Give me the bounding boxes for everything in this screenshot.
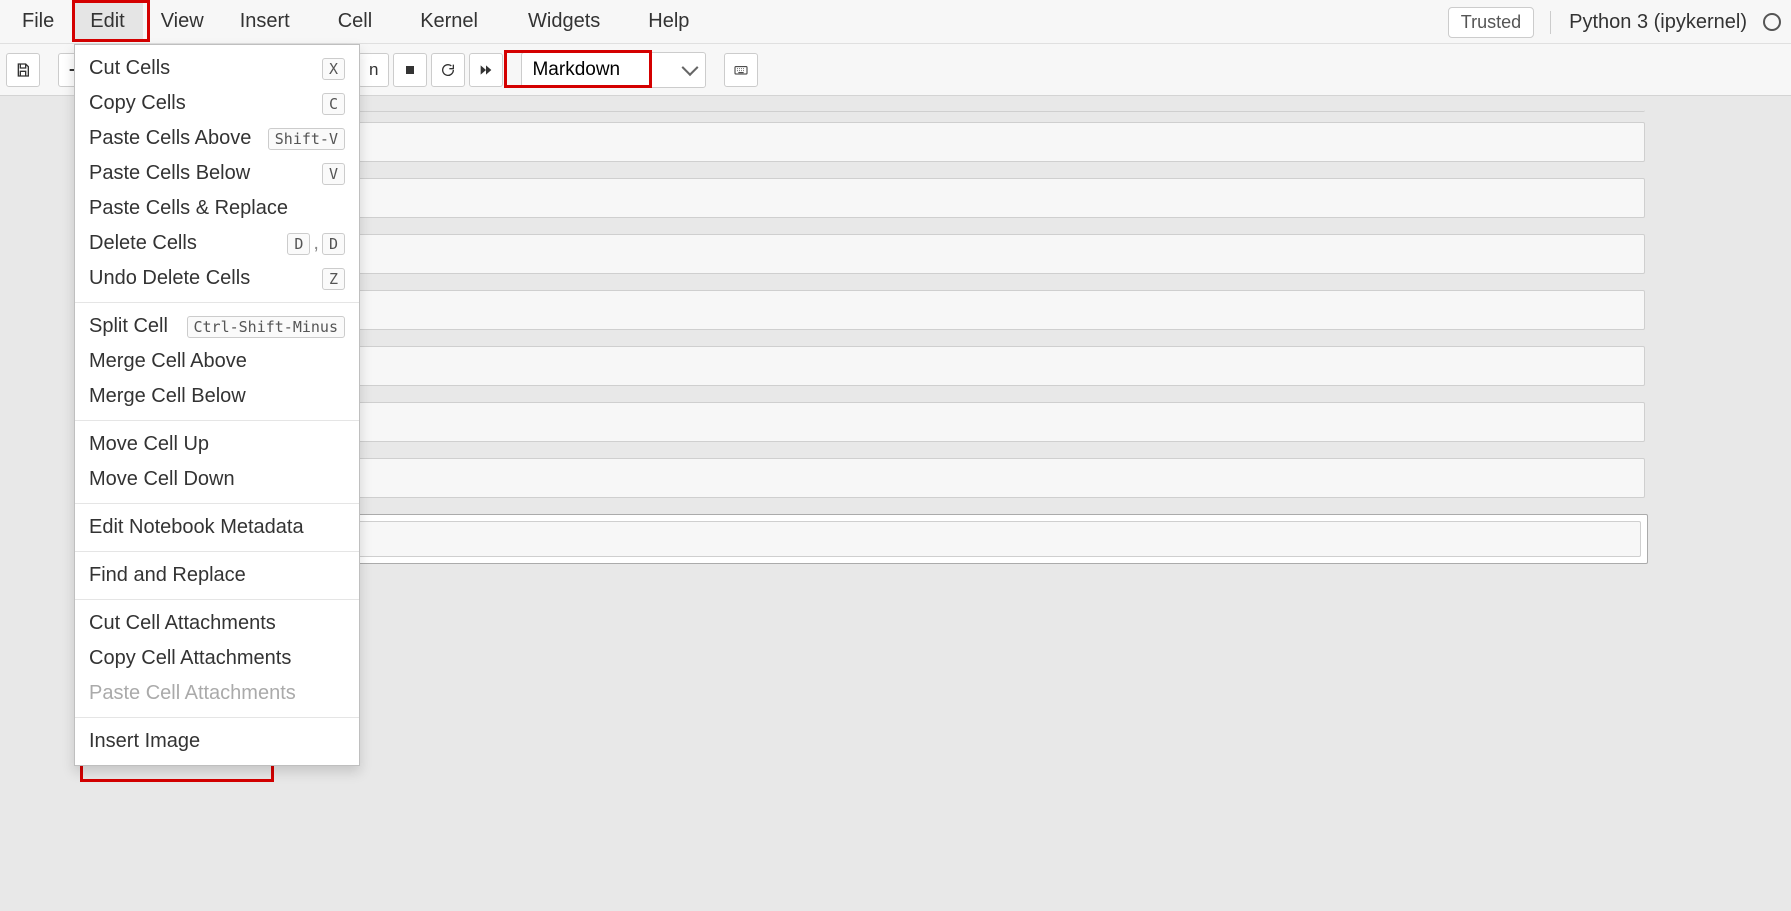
menu-cell[interactable]: Cell bbox=[320, 1, 390, 42]
edit-menu-paste-cells-replace[interactable]: Paste Cells & Replace bbox=[75, 191, 359, 226]
edit-menu-paste-cell-attachments: Paste Cell Attachments bbox=[75, 676, 359, 711]
cell-input-area[interactable] bbox=[157, 521, 1641, 557]
menu-item-label: Find and Replace bbox=[89, 564, 246, 587]
shortcut: Ctrl-Shift-Minus bbox=[187, 316, 346, 338]
menu-separator bbox=[75, 717, 359, 718]
menu-item-label: Edit Notebook Metadata bbox=[89, 516, 304, 539]
run-label-fragment: n bbox=[369, 60, 378, 80]
menu-bar: FileEditViewInsertCellKernelWidgetsHelp … bbox=[0, 0, 1791, 44]
restart-icon bbox=[440, 62, 456, 78]
command-palette-button[interactable] bbox=[724, 53, 758, 87]
kernel-status-icon[interactable] bbox=[1763, 13, 1781, 31]
kernel-name[interactable]: Python 3 (ipykernel) bbox=[1550, 11, 1751, 34]
edit-menu-copy-cells[interactable]: Copy Cells C bbox=[75, 86, 359, 121]
menu-file[interactable]: File bbox=[4, 1, 72, 42]
edit-menu-paste-cells-above[interactable]: Paste Cells Above Shift-V bbox=[75, 121, 359, 156]
edit-menu-paste-cells-below[interactable]: Paste Cells Below V bbox=[75, 156, 359, 191]
edit-menu-insert-image[interactable]: Insert Image bbox=[75, 724, 359, 759]
cell-type-select-wrap: CodeMarkdownRaw NBConvertHeading bbox=[521, 52, 706, 88]
edit-menu-move-cell-up[interactable]: Move Cell Up bbox=[75, 427, 359, 462]
menu-item-label: Cut Cell Attachments bbox=[89, 612, 276, 635]
edit-menu-dropdown: Cut Cells X Copy Cells C Paste Cells Above Sh… bbox=[74, 44, 360, 766]
menu-separator bbox=[75, 551, 359, 552]
notebook-cell-active[interactable] bbox=[144, 514, 1648, 564]
menu-edit[interactable]: Edit bbox=[72, 1, 142, 42]
stop-icon bbox=[402, 62, 418, 78]
edit-menu-cut-cell-attachments[interactable]: Cut Cell Attachments bbox=[75, 606, 359, 641]
interrupt-button[interactable] bbox=[393, 53, 427, 87]
fast-forward-icon bbox=[478, 62, 494, 78]
menu-item-label: Merge Cell Above bbox=[89, 350, 247, 373]
shortcut: V bbox=[322, 163, 345, 185]
menu-item-label: Move Cell Down bbox=[89, 468, 235, 491]
menu-item-label: Delete Cells bbox=[89, 232, 197, 255]
edit-menu-copy-cell-attachments[interactable]: Copy Cell Attachments bbox=[75, 641, 359, 676]
menu-item-label: Paste Cells & Replace bbox=[89, 197, 288, 220]
menu-item-label: Undo Delete Cells bbox=[89, 267, 250, 290]
menu-separator bbox=[75, 503, 359, 504]
cell-partial[interactable] bbox=[147, 96, 1645, 112]
menu-view[interactable]: View bbox=[143, 1, 222, 42]
notebook-cell[interactable] bbox=[147, 178, 1645, 218]
menubar-right: Trusted Python 3 (ipykernel) bbox=[1448, 0, 1781, 44]
save-icon bbox=[15, 62, 31, 78]
edit-menu-edit-notebook-metadata[interactable]: Edit Notebook Metadata bbox=[75, 510, 359, 545]
restart-run-all-button[interactable] bbox=[469, 53, 503, 87]
edit-menu-merge-cell-above[interactable]: Merge Cell Above bbox=[75, 344, 359, 379]
shortcut: Z bbox=[322, 268, 345, 290]
menu-separator bbox=[75, 302, 359, 303]
save-button[interactable] bbox=[6, 53, 40, 87]
menu-help[interactable]: Help bbox=[630, 1, 707, 42]
shortcut: D,D bbox=[287, 232, 345, 255]
edit-menu-split-cell[interactable]: Split Cell Ctrl-Shift-Minus bbox=[75, 309, 359, 344]
menu-separator bbox=[75, 599, 359, 600]
notebook-cell[interactable] bbox=[147, 122, 1645, 162]
notebook-cell[interactable] bbox=[147, 346, 1645, 386]
menu-item-label: Paste Cells Below bbox=[89, 162, 250, 185]
menu-item-label: Copy Cell Attachments bbox=[89, 647, 291, 670]
menu-item-label: Insert Image bbox=[89, 730, 200, 753]
keyboard-icon bbox=[733, 62, 749, 78]
menu-item-label: Move Cell Up bbox=[89, 433, 209, 456]
notebook-cell[interactable] bbox=[147, 402, 1645, 442]
restart-button[interactable] bbox=[431, 53, 465, 87]
menu-item-label: Paste Cells Above bbox=[89, 127, 251, 150]
edit-menu-find-and-replace[interactable]: Find and Replace bbox=[75, 558, 359, 593]
menu-item-label: Cut Cells bbox=[89, 57, 170, 80]
cell-container bbox=[147, 96, 1645, 564]
menu-separator bbox=[75, 420, 359, 421]
notebook-cell[interactable] bbox=[147, 290, 1645, 330]
menu-widgets[interactable]: Widgets bbox=[510, 1, 618, 42]
edit-menu-cut-cells[interactable]: Cut Cells X bbox=[75, 51, 359, 86]
edit-menu-move-cell-down[interactable]: Move Cell Down bbox=[75, 462, 359, 497]
shortcut: X bbox=[322, 58, 345, 80]
edit-menu-merge-cell-below[interactable]: Merge Cell Below bbox=[75, 379, 359, 414]
edit-menu-undo-delete-cells[interactable]: Undo Delete Cells Z bbox=[75, 261, 359, 296]
trusted-indicator[interactable]: Trusted bbox=[1448, 7, 1534, 38]
run-button[interactable]: n bbox=[358, 53, 389, 87]
shortcut: Shift-V bbox=[268, 128, 345, 150]
cell-type-select[interactable]: CodeMarkdownRaw NBConvertHeading bbox=[521, 52, 706, 88]
menu-item-label: Paste Cell Attachments bbox=[89, 682, 296, 705]
menu-kernel[interactable]: Kernel bbox=[402, 1, 496, 42]
menu-item-label: Split Cell bbox=[89, 315, 168, 338]
menu-item-label: Copy Cells bbox=[89, 92, 186, 115]
edit-menu-delete-cells[interactable]: Delete Cells D,D bbox=[75, 226, 359, 261]
menu-insert[interactable]: Insert bbox=[222, 1, 308, 42]
shortcut: C bbox=[322, 93, 345, 115]
notebook-cell[interactable] bbox=[147, 458, 1645, 498]
menu-item-label: Merge Cell Below bbox=[89, 385, 246, 408]
notebook-cell[interactable] bbox=[147, 234, 1645, 274]
